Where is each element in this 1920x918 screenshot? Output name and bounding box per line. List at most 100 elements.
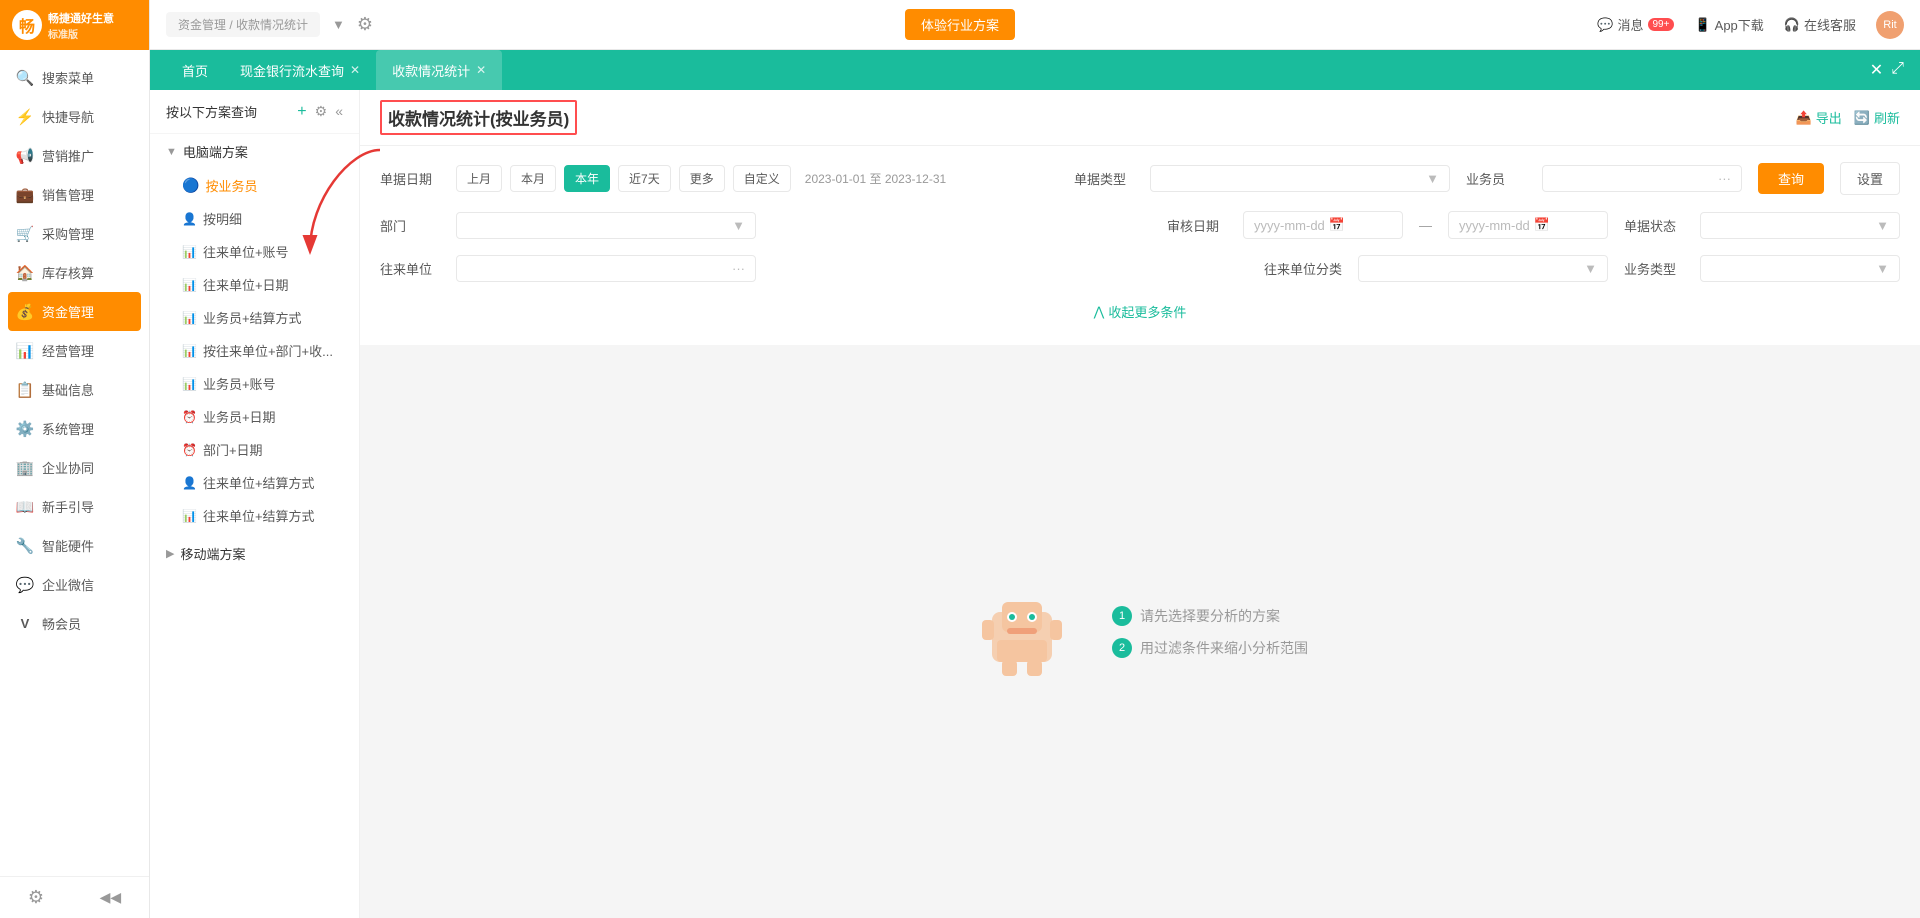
operations-icon: 📊 [16,342,34,360]
scheme-item-unit-dept[interactable]: 📊 按往来单位+部门+收... [150,334,359,367]
topbar-left: 资金管理 / 收款情况统计 ▼ ⚙ [166,12,373,37]
avatar[interactable]: Rit [1876,11,1904,39]
scheme-icon-dept-date: ⏰ [182,443,197,457]
query-button[interactable]: 查询 [1758,163,1824,194]
settings-bottom-icon[interactable]: ⚙ [28,887,44,908]
tab-collection-stats[interactable]: 收款情况统计 ✕ [376,50,502,90]
scheme-item-salesperson-settle[interactable]: 📊 业务员+结算方式 [150,301,359,334]
messages-item[interactable]: 💬 消息 99+ [1597,15,1674,34]
tab-home[interactable]: 首页 [166,50,224,90]
sidebar-item-sales[interactable]: 💼 销售管理 [0,175,149,214]
counterpart-category-label: 往来单位分类 [1264,259,1342,278]
scheme-item-unit-settle1[interactable]: 👤 往来单位+结算方式 [150,466,359,499]
scheme-item-salesperson[interactable]: 🔵 按业务员 [150,169,359,202]
scheme-icon-detail: 👤 [182,212,197,226]
sidebar-item-operations[interactable]: 📊 经营管理 [0,331,149,370]
expand-icon[interactable]: ⤢ [1891,60,1904,80]
app-download-item[interactable]: 📱 App下载 [1694,15,1763,34]
mobile-group-folder[interactable]: ▶ 移动端方案 [150,536,359,571]
export-button[interactable]: 📤 导出 [1796,108,1842,127]
tab-bank-flow[interactable]: 现金银行流水查询 ✕ [224,50,376,90]
pc-group-folder[interactable]: ▼ 电脑端方案 [150,134,359,169]
sidebar-item-wechat[interactable]: 💬 企业微信 [0,565,149,604]
date-separator: — [1419,218,1432,233]
review-date-end-input[interactable]: yyyy-mm-dd 📅 [1448,211,1608,239]
voucher-type-select[interactable]: ▼ [1150,165,1450,192]
date-btn-this-month[interactable]: 本月 [510,165,556,192]
scheme-icon-unit-settle1: 👤 [182,476,197,490]
voucher-status-label: 单据状态 [1624,216,1684,235]
add-scheme-icon[interactable]: + [297,103,306,121]
review-date-start-input[interactable]: yyyy-mm-dd 📅 [1243,211,1403,239]
sidebar-item-search[interactable]: 🔍 搜索菜单 [0,58,149,97]
system-icon: ⚙️ [16,420,34,438]
scheme-item-dept-date[interactable]: ⏰ 部门+日期 [150,433,359,466]
sidebar-item-marketing[interactable]: 📢 营销推广 [0,136,149,175]
salesperson-more-icon: ··· [1718,171,1731,186]
date-btn-last-month[interactable]: 上月 [456,165,502,192]
sidebar-item-inventory[interactable]: 🏠 库存核算 [0,253,149,292]
service-icon: 🎧 [1784,17,1800,33]
refresh-button[interactable]: 🔄 刷新 [1854,108,1900,127]
filter-row-3: 往来单位 ··· 往来单位分类 ▼ 业务类型 ▼ [380,255,1900,282]
voucher-type-label: 单据类型 [1074,169,1134,188]
sidebar-item-member[interactable]: V 畅会员 [0,604,149,643]
scheme-item-detail[interactable]: 👤 按明细 [150,202,359,235]
tab-collection-stats-close[interactable]: ✕ [476,63,486,77]
collapse-sidebar-icon[interactable]: ◀◀ [100,889,122,906]
export-icon: 📤 [1796,110,1812,126]
voucher-type-chevron: ▼ [1426,171,1439,186]
scheme-item-salesperson-account[interactable]: 📊 业务员+账号 [150,367,359,400]
salesperson-label: 业务员 [1466,169,1526,188]
sidebar-item-smarthw[interactable]: 🔧 智能硬件 [0,526,149,565]
dept-label: 部门 [380,216,440,235]
scheme-icon-unit-dept: 📊 [182,344,197,358]
date-btn-custom[interactable]: 自定义 [733,165,791,192]
gear-icon[interactable]: ⚙ [357,14,373,35]
empty-content: 1 请先选择要分析的方案 2 用过滤条件来缩小分析范围 [360,345,1920,918]
mobile-folder-toggle-icon: ▶ [166,547,174,560]
sidebar-item-system[interactable]: ⚙️ 系统管理 [0,409,149,448]
breadcrumb: 资金管理 / 收款情况统计 [166,12,320,37]
scheme-item-salesperson-date[interactable]: ⏰ 业务员+日期 [150,400,359,433]
sidebar-item-basic[interactable]: 📋 基础信息 [0,370,149,409]
counterpart-select[interactable]: ··· [456,255,756,282]
tabbar-actions: ✕ ⤢ [1870,60,1904,80]
scheme-item-unit-date[interactable]: 📊 往来单位+日期 [150,268,359,301]
date-btn-this-year[interactable]: 本年 [564,165,610,192]
collapse-filter-button[interactable]: ⋀ 收起更多条件 [1094,294,1187,329]
date-btn-7days[interactable]: 近7天 [618,165,671,192]
sidebar-logo: 畅 畅捷通好生意 标准版 [0,0,149,50]
scheme-item-unit-settle2[interactable]: 📊 往来单位+结算方式 [150,499,359,532]
sidebar-item-quicknav[interactable]: ⚡ 快捷导航 [0,97,149,136]
sidebar-item-purchase[interactable]: 🛒 采购管理 [0,214,149,253]
online-service-item[interactable]: 🎧 在线客服 [1784,15,1856,34]
sidebar: 畅 畅捷通好生意 标准版 🔍 搜索菜单 ⚡ 快捷导航 📢 营销推广 💼 销售管理… [0,0,150,918]
tab-bank-flow-close[interactable]: ✕ [350,63,360,77]
solution-button[interactable]: 体验行业方案 [905,9,1015,40]
salesperson-select[interactable]: ··· [1542,165,1742,192]
message-icon: 💬 [1597,17,1613,33]
close-all-icon[interactable]: ✕ [1870,60,1883,80]
scheme-settings-icon[interactable]: ⚙ [315,103,328,121]
sidebar-item-guide[interactable]: 📖 新手引导 [0,487,149,526]
left-panel-actions: + ⚙ « [297,103,343,121]
scheme-icon-salesperson-settle: 📊 [182,311,197,325]
voucher-status-select[interactable]: ▼ [1700,212,1900,239]
calendar-icon-end: 📅 [1534,217,1550,233]
counterpart-category-select[interactable]: ▼ [1358,255,1608,282]
sidebar-item-enterprise[interactable]: 🏢 企业协同 [0,448,149,487]
search-menu-icon: 🔍 [16,69,34,87]
date-btn-more[interactable]: 更多 [679,165,725,192]
sidebar-item-finance[interactable]: 💰 资金管理 [8,292,141,331]
dept-select[interactable]: ▼ [456,212,756,239]
tabbar: 首页 现金银行流水查询 ✕ 收款情况统计 ✕ ✕ ⤢ [150,50,1920,90]
review-date-end-text: yyyy-mm-dd [1459,218,1530,233]
hint-num-1: 1 [1112,606,1132,626]
scheme-icon-salesperson-account: 📊 [182,377,197,391]
scheme-item-unit-account[interactable]: 📊 往来单位+账号 [150,235,359,268]
scheme-collapse-icon[interactable]: « [335,103,343,121]
setting-button[interactable]: 设置 [1840,162,1900,195]
hint-item-1: 1 请先选择要分析的方案 [1112,606,1280,626]
biz-type-select[interactable]: ▼ [1700,255,1900,282]
